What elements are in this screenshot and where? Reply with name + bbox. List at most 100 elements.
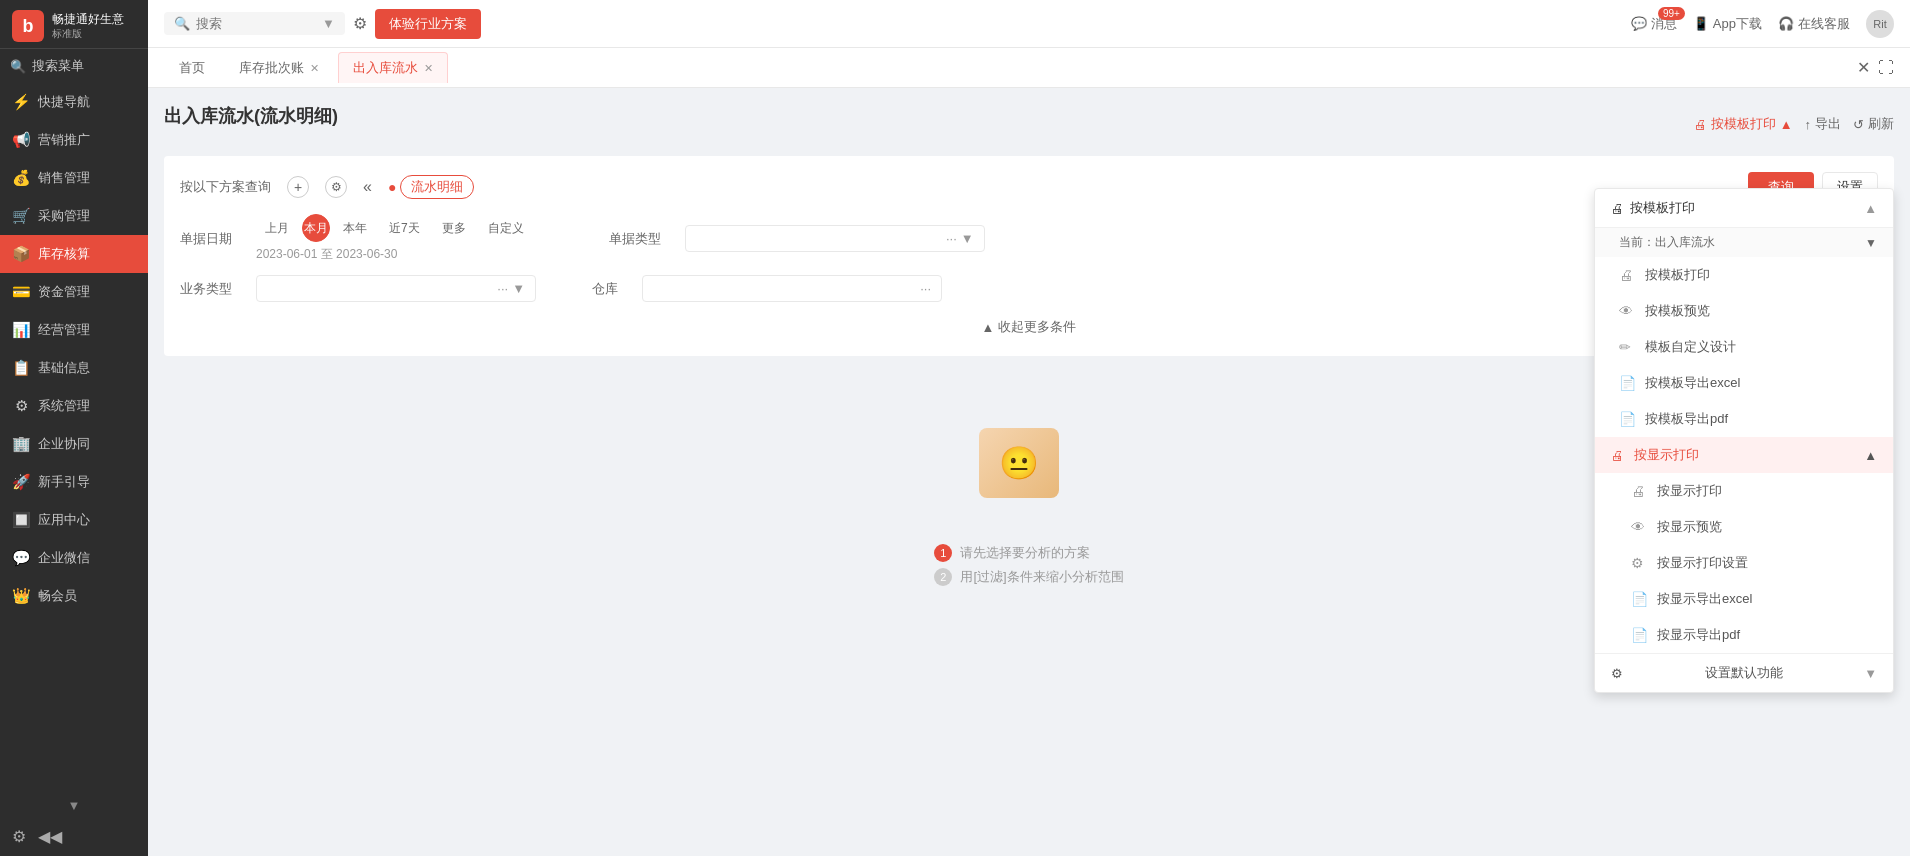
warehouse-select[interactable]: ···: [642, 275, 942, 302]
dropdown-printer-icon: 🖨: [1611, 201, 1624, 216]
display-print-settings-icon: ⚙: [1631, 555, 1647, 571]
sidebar-item-wechat[interactable]: 💬 企业微信: [0, 539, 148, 577]
sidebar-item-label: 新手引导: [38, 473, 90, 491]
refresh-button[interactable]: ↺ 刷新: [1853, 115, 1894, 133]
message-button[interactable]: 💬 消息 99+: [1631, 15, 1677, 33]
template-export-excel-item[interactable]: 📄 按模板导出excel: [1595, 365, 1893, 401]
export-icon: ↑: [1805, 117, 1812, 132]
display-print-settings-item[interactable]: ⚙ 按显示打印设置: [1595, 545, 1893, 581]
step-2-text: 用[过滤]条件来缩小分析范围: [960, 568, 1123, 586]
date-btn-this-month[interactable]: 本月: [302, 214, 330, 242]
doc-type-more-icon[interactable]: ···: [946, 231, 957, 246]
topbar-gear-icon[interactable]: ⚙: [353, 14, 367, 33]
date-btn-more[interactable]: 更多: [433, 217, 475, 240]
dropdown-current-row[interactable]: 当前：出入库流水 ▼: [1595, 228, 1893, 257]
sidebar-item-app-center[interactable]: 🔲 应用中心: [0, 501, 148, 539]
print-template-button[interactable]: 🖨 按模板打印 ▲: [1694, 115, 1793, 133]
display-print-item[interactable]: 🖨 按显示打印: [1595, 473, 1893, 509]
sidebar-item-membership[interactable]: 👑 畅会员: [0, 577, 148, 615]
search-icon: 🔍: [174, 16, 190, 31]
template-export-pdf-icon: 📄: [1619, 411, 1635, 427]
sidebar-item-inventory[interactable]: 📦 库存核算: [0, 235, 148, 273]
export-label: 导出: [1815, 115, 1841, 133]
topbar-search-box[interactable]: 🔍 ▼: [164, 12, 345, 35]
template-preview-item[interactable]: 👁 按模板预览: [1595, 293, 1893, 329]
template-custom-item[interactable]: ✏ 模板自定义设计: [1595, 329, 1893, 365]
template-preview-icon: 👁: [1619, 303, 1635, 319]
dropdown-current-label: 当前：出入库流水: [1619, 234, 1715, 251]
tab-home[interactable]: 首页: [164, 52, 220, 83]
export-button[interactable]: ↑ 导出: [1805, 115, 1842, 133]
app-download-button[interactable]: 📱 App下载: [1693, 15, 1762, 33]
filter-settings-button[interactable]: ⚙: [325, 176, 347, 198]
sidebar-item-basic-info[interactable]: 📋 基础信息: [0, 349, 148, 387]
sidebar-bottom: ⚙ ◀◀: [0, 817, 148, 856]
date-btn-last-7[interactable]: 近7天: [380, 217, 429, 240]
sidebar-item-purchase[interactable]: 🛒 采购管理: [0, 197, 148, 235]
biz-type-select[interactable]: ··· ▼: [256, 275, 536, 302]
collapse-conditions-button[interactable]: ▲ 收起更多条件: [982, 314, 1077, 340]
topbar-search-input[interactable]: [196, 16, 316, 31]
doc-type-select[interactable]: ··· ▼: [685, 225, 985, 252]
filter-tag-label[interactable]: 流水明细: [400, 175, 474, 199]
step-1-text: 请先选择要分析的方案: [960, 544, 1090, 562]
sidebar-item-newbie[interactable]: 🚀 新手引导: [0, 463, 148, 501]
tab-close-all-icon[interactable]: ✕: [1857, 58, 1870, 77]
tab-inout-flow[interactable]: 出入库流水 ✕: [338, 52, 448, 83]
online-service-button[interactable]: 🎧 在线客服: [1778, 15, 1850, 33]
sidebar-settings-icon[interactable]: ⚙: [12, 827, 26, 846]
sidebar-item-finance[interactable]: 💳 资金管理: [0, 273, 148, 311]
warehouse-more-icon[interactable]: ···: [920, 281, 931, 296]
sidebar-item-sales[interactable]: 💰 销售管理: [0, 159, 148, 197]
enterprise-icon: 🏢: [12, 435, 30, 453]
warehouse-label: 仓库: [592, 281, 618, 296]
display-preview-item[interactable]: 👁 按显示预览: [1595, 509, 1893, 545]
display-export-pdf-item[interactable]: 📄 按显示导出pdf: [1595, 617, 1893, 653]
date-btn-custom[interactable]: 自定义: [479, 217, 533, 240]
tab-batch-account[interactable]: 库存批次账 ✕: [224, 52, 334, 83]
doc-type-filter: 单据类型: [609, 230, 661, 248]
tab-inout-flow-close[interactable]: ✕: [424, 62, 433, 75]
message-icon: 💬: [1631, 16, 1647, 31]
sidebar-collapse-icon[interactable]: ◀◀: [38, 827, 62, 846]
template-export-excel-label: 按模板导出excel: [1645, 374, 1740, 392]
template-custom-label: 模板自定义设计: [1645, 338, 1736, 356]
sidebar-item-system[interactable]: ⚙ 系统管理: [0, 387, 148, 425]
sidebar-search-item[interactable]: 🔍 搜索菜单: [0, 49, 148, 83]
headset-icon: 🎧: [1778, 16, 1794, 31]
industry-solution-button[interactable]: 体验行业方案: [375, 9, 481, 39]
template-print-item[interactable]: 🖨 按模板打印: [1595, 257, 1893, 293]
display-section-header[interactable]: 🖨 按显示打印 ▲: [1595, 437, 1893, 473]
sidebar-item-marketing[interactable]: 📢 营销推广: [0, 121, 148, 159]
inventory-icon: 📦: [12, 245, 30, 263]
tab-expand-icon[interactable]: ⛶: [1878, 59, 1894, 77]
biz-type-more-icon[interactable]: ···: [497, 281, 508, 296]
filter-add-button[interactable]: +: [287, 176, 309, 198]
sidebar-logo: b 畅捷通好生意 标准版: [0, 0, 148, 49]
template-export-pdf-item[interactable]: 📄 按模板导出pdf: [1595, 401, 1893, 437]
message-badge: 99+: [1658, 7, 1685, 20]
sidebar-item-operations[interactable]: 📊 经营管理: [0, 311, 148, 349]
dropdown-toggle-icon[interactable]: ▲: [1864, 201, 1877, 216]
date-btn-last-month[interactable]: 上月: [256, 217, 298, 240]
empty-step-1: 1 请先选择要分析的方案: [934, 544, 1123, 562]
sidebar-item-quick-nav[interactable]: ⚡ 快捷导航: [0, 83, 148, 121]
sidebar-item-label: 企业协同: [38, 435, 90, 453]
filter-collapse-icon[interactable]: «: [363, 178, 372, 196]
set-default-button[interactable]: ⚙ 设置默认功能 ▼: [1595, 653, 1893, 692]
sidebar-scroll-down[interactable]: ▼: [0, 793, 148, 817]
sidebar-item-enterprise[interactable]: 🏢 企业协同: [0, 425, 148, 463]
date-btn-this-year[interactable]: 本年: [334, 217, 376, 240]
filter-tag: ● 流水明细: [388, 175, 474, 199]
topbar-search-dropdown-icon[interactable]: ▼: [322, 16, 335, 31]
display-export-excel-item[interactable]: 📄 按显示导出excel: [1595, 581, 1893, 617]
step-2-number: 2: [934, 568, 952, 586]
user-avatar-area[interactable]: Rit: [1866, 10, 1894, 38]
collapse-up-icon: ▲: [982, 320, 995, 335]
search-icon: 🔍: [10, 59, 26, 74]
tab-batch-account-close[interactable]: ✕: [310, 62, 319, 75]
sidebar-item-label: 企业微信: [38, 549, 90, 567]
display-section-arrow-icon: ▲: [1864, 448, 1877, 463]
display-section-title: 🖨 按显示打印: [1611, 446, 1699, 464]
dropdown-title-label: 按模板打印: [1630, 199, 1695, 217]
